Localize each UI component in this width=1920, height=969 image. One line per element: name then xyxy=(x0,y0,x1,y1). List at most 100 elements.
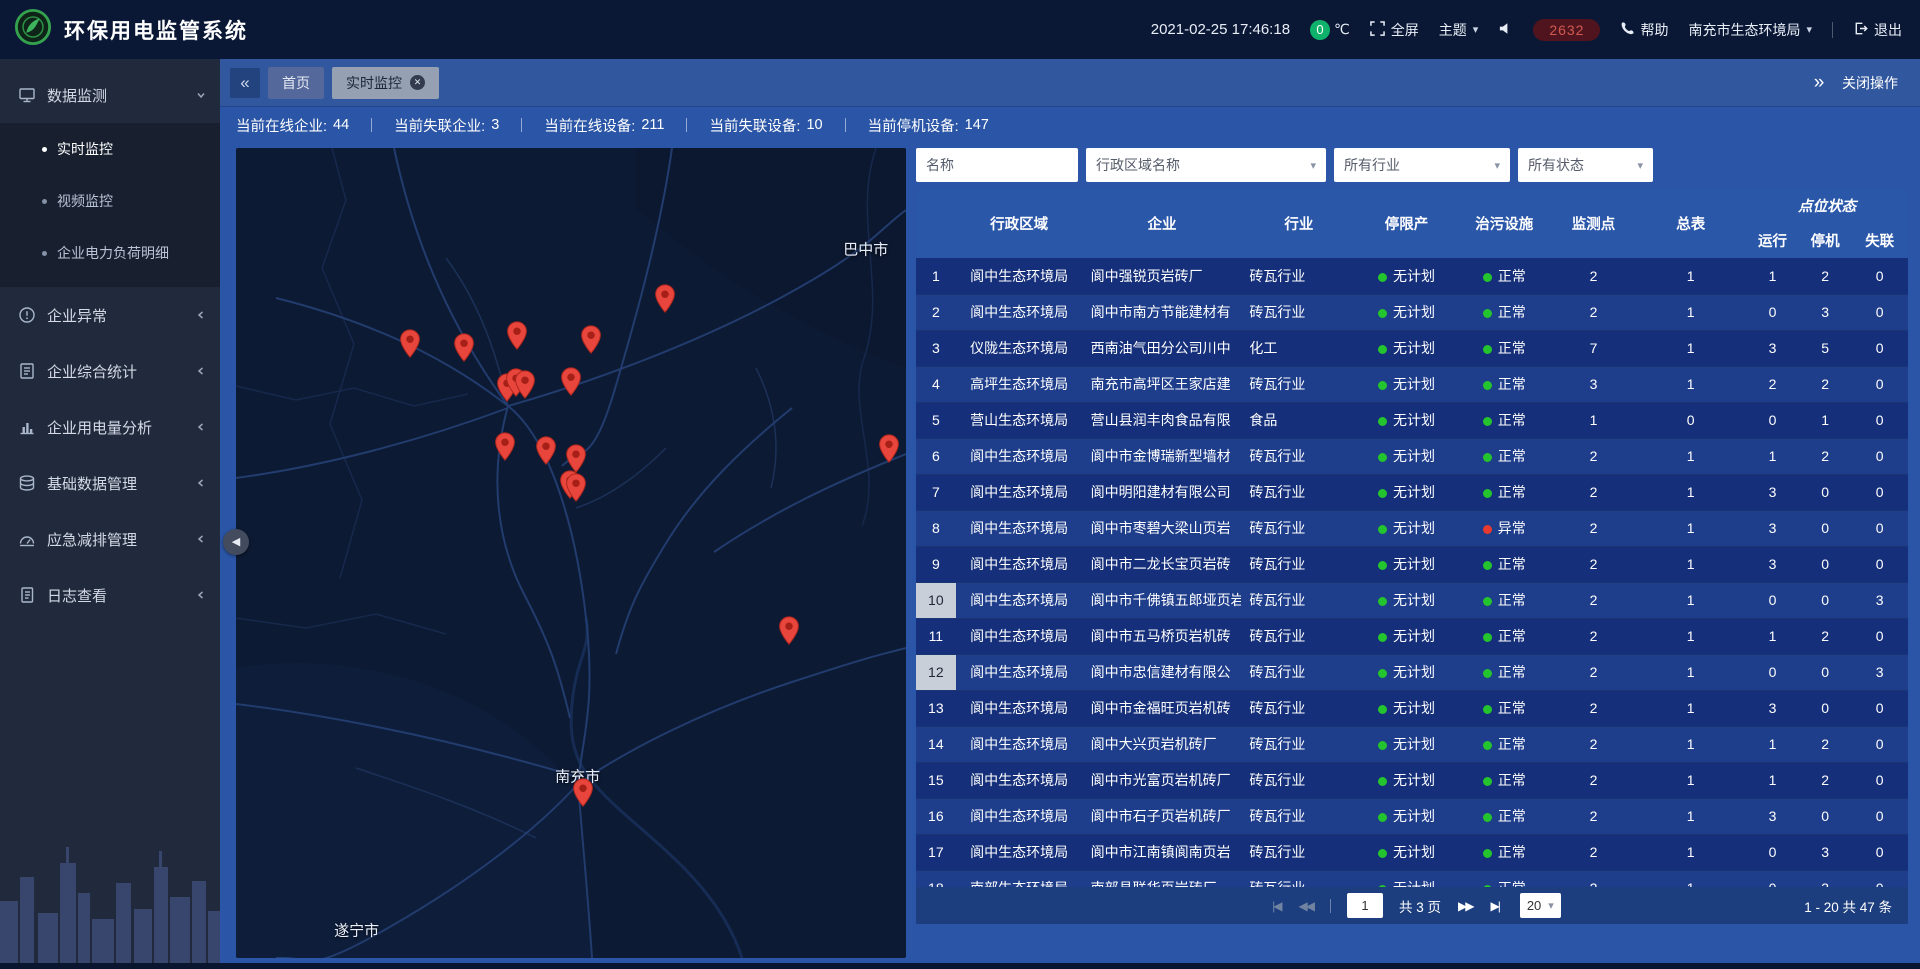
database-icon xyxy=(18,474,36,492)
cell-industry: 化工 xyxy=(1241,330,1356,366)
cell-industry: 砖瓦行业 xyxy=(1241,726,1356,762)
map-pin[interactable] xyxy=(507,321,528,355)
tab-realtime-monitoring[interactable]: 实时监控 ✕ xyxy=(332,67,439,99)
cell-running-count: 1 xyxy=(1746,438,1799,474)
row-index: 11 xyxy=(929,628,944,644)
speaker-icon xyxy=(1498,21,1513,39)
cell-total-meters: 1 xyxy=(1635,258,1746,294)
cell-offline-count: 0 xyxy=(1851,294,1908,330)
sound-button[interactable] xyxy=(1498,21,1513,39)
row-index: 13 xyxy=(928,700,944,716)
cell-industry: 砖瓦行业 xyxy=(1241,870,1356,887)
cell-limit-status: 无计划 xyxy=(1356,510,1456,546)
cell-company: 阆中市南方节能建材有 xyxy=(1083,294,1242,330)
map-pin[interactable] xyxy=(536,436,557,470)
name-filter-input[interactable] xyxy=(916,148,1078,182)
exit-button[interactable]: 退出 xyxy=(1853,20,1902,40)
help-button[interactable]: 帮助 xyxy=(1620,20,1668,40)
first-page-button[interactable]: |◀ xyxy=(1272,899,1280,913)
map-collapse-button[interactable]: ◀ xyxy=(223,529,249,555)
sidebar-item-realtime-monitoring[interactable]: 实时监控 xyxy=(0,123,220,175)
cell-limit-status: 无计划 xyxy=(1356,438,1456,474)
tab-close-icon[interactable]: ✕ xyxy=(410,75,425,90)
sidebar-group-data-monitoring[interactable]: 数据监测 xyxy=(0,67,220,123)
status-dot xyxy=(1483,453,1492,462)
table-row[interactable]: 9 阆中生态环境局 阆中市二龙长宝页岩砖 砖瓦行业 无计划 正常 2 1 3 0… xyxy=(916,546,1908,582)
org-dropdown[interactable]: 南充市生态环境局 ▾ xyxy=(1688,20,1812,40)
alarm-count-badge[interactable]: 2632 xyxy=(1533,19,1600,41)
cell-monitoring-points: 2 xyxy=(1552,546,1635,582)
status-filter-select[interactable]: 所有状态 ▾ xyxy=(1518,148,1653,182)
sidebar-group-emergency-reduction[interactable]: 应急减排管理 xyxy=(0,511,220,567)
table-row[interactable]: 11 阆中生态环境局 阆中市五马桥页岩机砖 砖瓦行业 无计划 正常 2 1 1 … xyxy=(916,618,1908,654)
prev-page-button[interactable]: ◀◀ xyxy=(1299,899,1313,913)
table-row[interactable]: 17 阆中生态环境局 阆中市江南镇阆南页岩 砖瓦行业 无计划 正常 2 1 0 … xyxy=(916,834,1908,870)
sidebar-item-video-monitoring[interactable]: 视频监控 xyxy=(0,175,220,227)
page-size-select[interactable]: 20 ▾ xyxy=(1520,893,1561,918)
sidebar-item-label: 实时监控 xyxy=(57,139,113,159)
last-page-button[interactable]: ▶| xyxy=(1490,899,1498,913)
sidebar-submenu: 实时监控 视频监控 企业电力负荷明细 xyxy=(0,123,220,287)
map-pin[interactable] xyxy=(495,432,516,466)
cell-total-meters: 1 xyxy=(1635,582,1746,618)
cell-facility-status: 正常 xyxy=(1457,438,1552,474)
row-index: 4 xyxy=(932,376,940,392)
cell-region: 阆中生态环境局 xyxy=(956,546,1083,582)
sidebar-group-log-view[interactable]: 日志查看 xyxy=(0,567,220,623)
sidebar-group-enterprise-abnormal[interactable]: 企业异常 xyxy=(0,287,220,343)
cell-company: 阆中市金福旺页岩机砖 xyxy=(1083,690,1242,726)
map-pin[interactable] xyxy=(879,434,900,468)
table-row[interactable]: 8 阆中生态环境局 阆中市枣碧大梁山页岩 砖瓦行业 无计划 异常 2 1 3 0… xyxy=(916,510,1908,546)
sidebar-group-power-analysis[interactable]: 企业用电量分析 xyxy=(0,399,220,455)
table-row[interactable]: 1 阆中生态环境局 阆中强锐页岩砖厂 砖瓦行业 无计划 正常 2 1 1 2 0 xyxy=(916,258,1908,294)
header-index xyxy=(916,188,956,258)
map-pin[interactable] xyxy=(566,473,587,507)
cell-stopped-count: 3 xyxy=(1799,870,1852,887)
close-operations-button[interactable]: 关闭操作 xyxy=(1842,73,1898,93)
table-row[interactable]: 10 阆中生态环境局 阆中市千佛镇五郎垭页岩 砖瓦行业 无计划 正常 2 1 0… xyxy=(916,582,1908,618)
table-row[interactable]: 5 营山生态环境局 营山县润丰肉食品有限 食品 无计划 正常 1 0 0 1 0 xyxy=(916,402,1908,438)
status-dot xyxy=(1483,669,1492,678)
industry-filter-select[interactable]: 所有行业 ▾ xyxy=(1334,148,1510,182)
fullscreen-button[interactable]: 全屏 xyxy=(1370,20,1419,40)
table-row[interactable]: 3 仪陇生态环境局 西南油气田分公司川中 化工 无计划 正常 7 1 3 5 0 xyxy=(916,330,1908,366)
row-index: 14 xyxy=(928,736,944,752)
cell-offline-count: 0 xyxy=(1851,510,1908,546)
map-pin[interactable] xyxy=(581,325,602,359)
cell-stopped-count: 0 xyxy=(1799,654,1852,690)
status-dot xyxy=(1483,489,1492,498)
table-row[interactable]: 13 阆中生态环境局 阆中市金福旺页岩机砖 砖瓦行业 无计划 正常 2 1 3 … xyxy=(916,690,1908,726)
region-filter-select[interactable]: 行政区域名称 ▾ xyxy=(1086,148,1326,182)
table-row[interactable]: 18 南部生态环境局 南部县联华页岩砖厂 砖瓦行业 无计划 正常 2 1 0 3… xyxy=(916,870,1908,887)
table-row[interactable]: 4 高坪生态环境局 南充市高坪区王家店建 砖瓦行业 无计划 正常 3 1 2 2… xyxy=(916,366,1908,402)
theme-dropdown[interactable]: 主题 ▾ xyxy=(1439,20,1479,40)
map-pin[interactable] xyxy=(400,329,421,363)
sidebar-item-power-load-detail[interactable]: 企业电力负荷明细 xyxy=(0,227,220,279)
map-pin[interactable] xyxy=(561,367,582,401)
sidebar-group-enterprise-statistics[interactable]: 企业综合统计 xyxy=(0,343,220,399)
status-dot xyxy=(1378,705,1387,714)
map-pin[interactable] xyxy=(778,616,799,650)
cell-running-count: 3 xyxy=(1746,474,1799,510)
cell-offline-count: 0 xyxy=(1851,690,1908,726)
map-pin[interactable] xyxy=(515,370,536,404)
map-pin[interactable] xyxy=(573,778,594,812)
table-row[interactable]: 16 阆中生态环境局 阆中市石子页岩机砖厂 砖瓦行业 无计划 正常 2 1 3 … xyxy=(916,798,1908,834)
tab-home[interactable]: 首页 xyxy=(268,67,324,99)
sidebar-group-base-data[interactable]: 基础数据管理 xyxy=(0,455,220,511)
table-row[interactable]: 15 阆中生态环境局 阆中市光富页岩机砖厂 砖瓦行业 无计划 正常 2 1 1 … xyxy=(916,762,1908,798)
table-row[interactable]: 2 阆中生态环境局 阆中市南方节能建材有 砖瓦行业 无计划 正常 2 1 0 3… xyxy=(916,294,1908,330)
table-row[interactable]: 14 阆中生态环境局 阆中大兴页岩机砖厂 砖瓦行业 无计划 正常 2 1 1 2… xyxy=(916,726,1908,762)
header-meters: 总表 xyxy=(1635,188,1746,258)
map-pin[interactable] xyxy=(654,284,675,318)
table-row[interactable]: 7 阆中生态环境局 阆中明阳建材有限公司 砖瓦行业 无计划 正常 2 1 3 0… xyxy=(916,474,1908,510)
map-canvas[interactable]: 巴中市南充市遂宁市 xyxy=(236,148,906,958)
page-input[interactable] xyxy=(1347,893,1383,918)
tab-scroll-right-button[interactable]: » xyxy=(1806,68,1832,98)
cell-monitoring-points: 2 xyxy=(1552,582,1635,618)
map-pin[interactable] xyxy=(453,333,474,367)
tab-scroll-left-button[interactable]: « xyxy=(230,68,260,98)
next-page-button[interactable]: ▶▶ xyxy=(1458,899,1472,913)
table-row[interactable]: 6 阆中生态环境局 阆中市金博瑞新型墙材 砖瓦行业 无计划 正常 2 1 1 2… xyxy=(916,438,1908,474)
table-row[interactable]: 12 阆中生态环境局 阆中市忠信建材有限公 砖瓦行业 无计划 正常 2 1 0 … xyxy=(916,654,1908,690)
